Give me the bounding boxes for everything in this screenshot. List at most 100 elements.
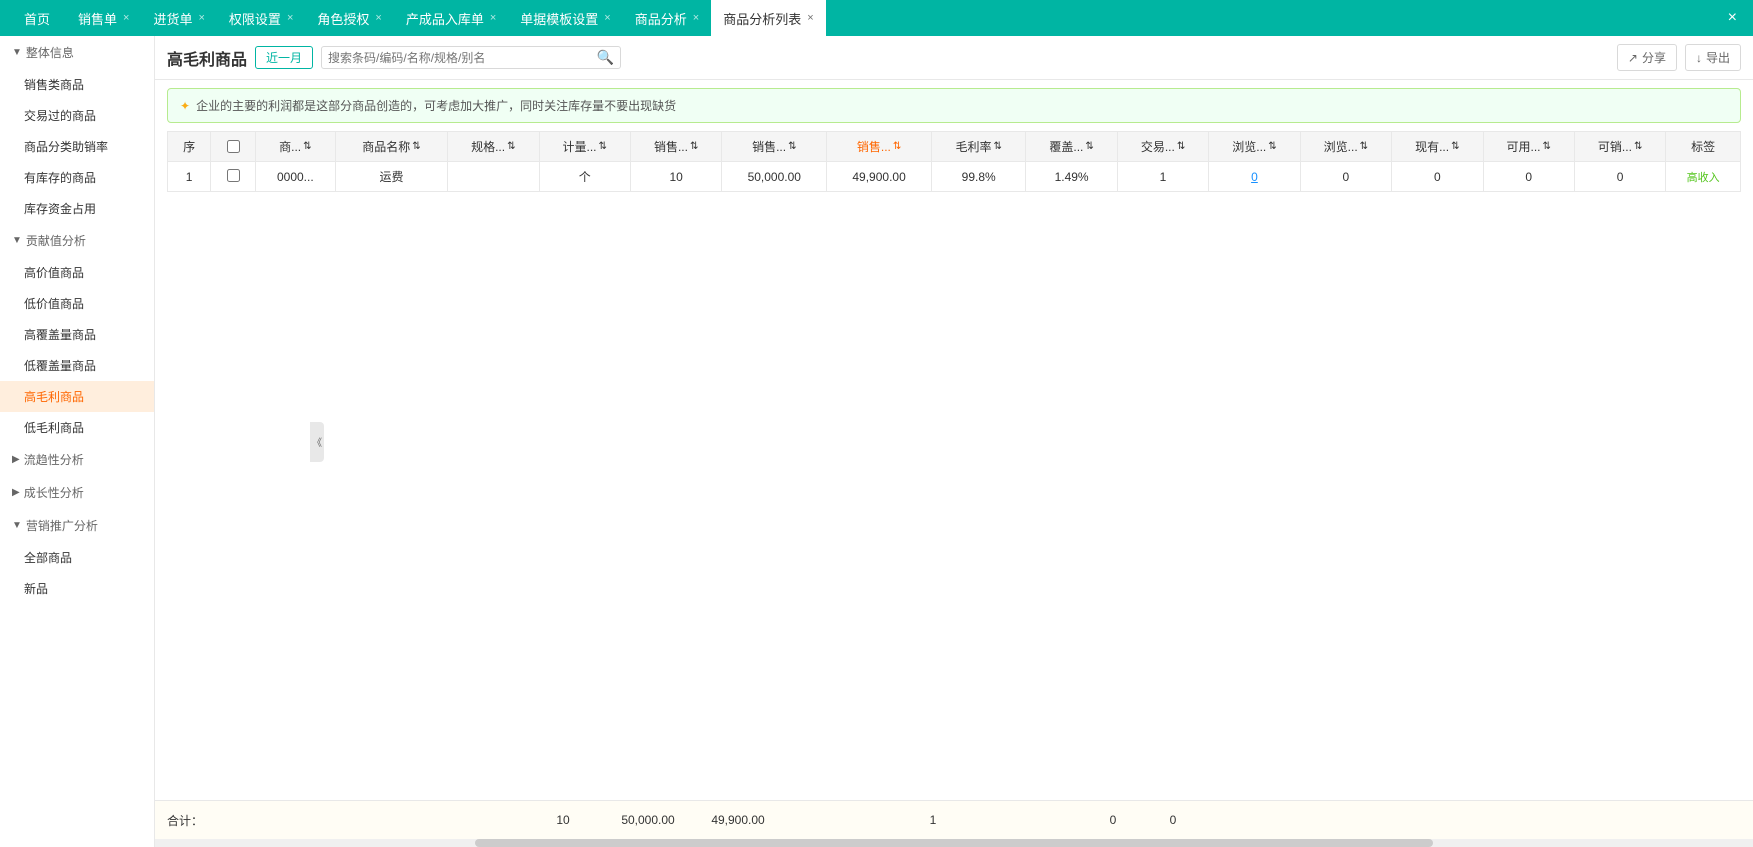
- sidebar-item-high-margin[interactable]: 高毛利商品: [0, 381, 154, 412]
- search-icon[interactable]: 🔍: [597, 49, 614, 66]
- col-browse2[interactable]: 浏览... ⇅: [1300, 132, 1391, 162]
- sidebar-item-low-value[interactable]: 低价值商品: [0, 288, 154, 319]
- select-all-checkbox[interactable]: [227, 140, 240, 153]
- footer-trade-count: 1: [903, 809, 963, 831]
- footer-sales-amount: 50,000.00: [603, 809, 693, 831]
- cell-coverage: 1.49%: [1026, 162, 1117, 192]
- sidebar-item-low-sales-amount[interactable]: 低覆盖量商品: [0, 350, 154, 381]
- horizontal-scrollbar[interactable]: [155, 839, 1753, 847]
- cell-check[interactable]: [211, 162, 256, 192]
- footer-browse1: [963, 816, 1023, 824]
- row-checkbox[interactable]: [227, 169, 240, 182]
- top-nav: 首页 销售单 × 进货单 × 权限设置 × 角色授权 × 产成品入库单 × 单据…: [0, 0, 1753, 36]
- nav-tab-purchase[interactable]: 进货单 ×: [141, 0, 216, 36]
- close-icon[interactable]: ×: [375, 12, 381, 24]
- cell-browse2: 0: [1300, 162, 1391, 192]
- export-button[interactable]: ↓ 导出: [1685, 44, 1741, 71]
- close-all-button[interactable]: ×: [1720, 9, 1745, 27]
- cell-goods-name: 运费: [335, 162, 447, 192]
- sidebar-item-traded-goods[interactable]: 交易过的商品: [0, 100, 154, 131]
- sidebar-item-goods-assist[interactable]: 商品分类助销率: [0, 131, 154, 162]
- footer-coverage: [843, 816, 903, 824]
- cell-browse1[interactable]: 0: [1209, 162, 1300, 192]
- info-icon: ✦: [180, 99, 190, 113]
- nav-tab-sales[interactable]: 销售单 ×: [66, 0, 141, 36]
- chevron-down-icon: ▼: [12, 520, 22, 531]
- col-sales-amount[interactable]: 销售... ⇅: [722, 132, 827, 162]
- close-icon[interactable]: ×: [287, 12, 293, 24]
- period-button[interactable]: 近一月: [255, 46, 313, 69]
- sidebar-item-inventory-occupation[interactable]: 库存资金占用: [0, 193, 154, 224]
- col-goods-code[interactable]: 商... ⇅: [255, 132, 335, 162]
- cell-margin-rate: 99.8%: [931, 162, 1025, 192]
- sidebar-group-trend[interactable]: ▶ 流趋性分析: [0, 443, 154, 476]
- close-icon[interactable]: ×: [123, 12, 129, 24]
- cell-available2: 0: [1483, 162, 1574, 192]
- cell-sellable: 0: [1574, 162, 1665, 192]
- sidebar-group-wealth[interactable]: ▼ 贡献值分析: [0, 224, 154, 257]
- nav-tab-roles[interactable]: 角色授权 ×: [305, 0, 393, 36]
- sidebar-item-high-value[interactable]: 高价值商品: [0, 257, 154, 288]
- close-icon[interactable]: ×: [807, 12, 813, 24]
- col-tag: 标签: [1666, 132, 1741, 162]
- table-container: 序 商... ⇅ 商品名称 ⇅ 规格... ⇅ 计量... ⇅ 销售... ⇅ …: [155, 131, 1753, 800]
- sidebar-item-inventory-goods[interactable]: 有库存的商品: [0, 162, 154, 193]
- footer-spacer1: [223, 816, 283, 824]
- col-available1[interactable]: 现有... ⇅: [1392, 132, 1483, 162]
- cell-sales-qty: 10: [630, 162, 721, 192]
- footer-margin-rate: [783, 816, 843, 824]
- close-icon[interactable]: ×: [198, 12, 204, 24]
- sidebar-group-overall[interactable]: ▼ 整体信息: [0, 36, 154, 69]
- col-browse1[interactable]: 浏览... ⇅: [1209, 132, 1300, 162]
- footer-sellable: [1203, 816, 1263, 824]
- table-row: 1 0000... 运费 个 10 50,000.00 49,900.00 99…: [168, 162, 1741, 192]
- close-icon[interactable]: ×: [490, 12, 496, 24]
- col-goods-name[interactable]: 商品名称 ⇅: [335, 132, 447, 162]
- footer-available1: 0: [1083, 809, 1143, 831]
- nav-tab-analysis[interactable]: 商品分析 ×: [623, 0, 711, 36]
- cell-no: 1: [168, 162, 211, 192]
- footer-sales-cost: 49,900.00: [693, 809, 783, 831]
- nav-home[interactable]: 首页: [8, 0, 66, 36]
- col-sales-qty[interactable]: 销售... ⇅: [630, 132, 721, 162]
- cell-trade-count: 1: [1117, 162, 1208, 192]
- nav-tab-permissions[interactable]: 权限设置 ×: [217, 0, 305, 36]
- sidebar-group-marketing[interactable]: ▼ 营销推广分析: [0, 509, 154, 542]
- nav-tab-analysis-list[interactable]: 商品分析列表 ×: [711, 0, 825, 36]
- footer-browse2: [1023, 816, 1083, 824]
- share-button[interactable]: ↗ 分享: [1617, 44, 1677, 71]
- scrollbar-thumb[interactable]: [475, 839, 1434, 847]
- col-spec[interactable]: 规格... ⇅: [448, 132, 539, 162]
- sidebar-item-sales-goods[interactable]: 销售类商品: [0, 69, 154, 100]
- sidebar-item-low-margin[interactable]: 低毛利商品: [0, 412, 154, 443]
- footer-label: 合计：: [167, 812, 223, 829]
- action-buttons: ↗ 分享 ↓ 导出: [1617, 44, 1741, 71]
- close-icon[interactable]: ×: [604, 12, 610, 24]
- col-coverage[interactable]: 覆盖... ⇅: [1026, 132, 1117, 162]
- sidebar-item-new-goods[interactable]: 新品: [0, 573, 154, 604]
- sidebar-item-high-sales-amount[interactable]: 高覆盖量商品: [0, 319, 154, 350]
- col-margin-rate[interactable]: 毛利率 ⇅: [931, 132, 1025, 162]
- sidebar-group-growth[interactable]: ▶ 成长性分析: [0, 476, 154, 509]
- page-title: 高毛利商品: [167, 46, 247, 70]
- col-sales-cost[interactable]: 销售... ⇅: [827, 132, 932, 162]
- col-available2[interactable]: 可用... ⇅: [1483, 132, 1574, 162]
- col-no: 序: [168, 132, 211, 162]
- col-sellable[interactable]: 可销... ⇅: [1574, 132, 1665, 162]
- footer-available2: 0: [1143, 809, 1203, 831]
- sidebar-toggle-button[interactable]: 《: [310, 422, 324, 462]
- export-icon: ↓: [1696, 51, 1702, 65]
- footer-spacer5: [463, 816, 523, 824]
- nav-tab-template[interactable]: 单据模板设置 ×: [508, 0, 622, 36]
- nav-tab-products[interactable]: 产成品入库单 ×: [394, 0, 508, 36]
- sidebar: ▼ 整体信息 销售类商品 交易过的商品 商品分类助销率 有库存的商品 库存资金占…: [0, 36, 155, 847]
- chevron-down-icon: ▼: [12, 235, 22, 246]
- col-trade-count[interactable]: 交易... ⇅: [1117, 132, 1208, 162]
- cell-sales-cost: 49,900.00: [827, 162, 932, 192]
- footer-sales-qty: 10: [523, 809, 603, 831]
- chevron-right-icon: ▶: [12, 454, 20, 465]
- sidebar-item-all-goods[interactable]: 全部商品: [0, 542, 154, 573]
- col-unit[interactable]: 计量... ⇅: [539, 132, 630, 162]
- close-icon[interactable]: ×: [693, 12, 699, 24]
- search-input[interactable]: [328, 51, 597, 65]
